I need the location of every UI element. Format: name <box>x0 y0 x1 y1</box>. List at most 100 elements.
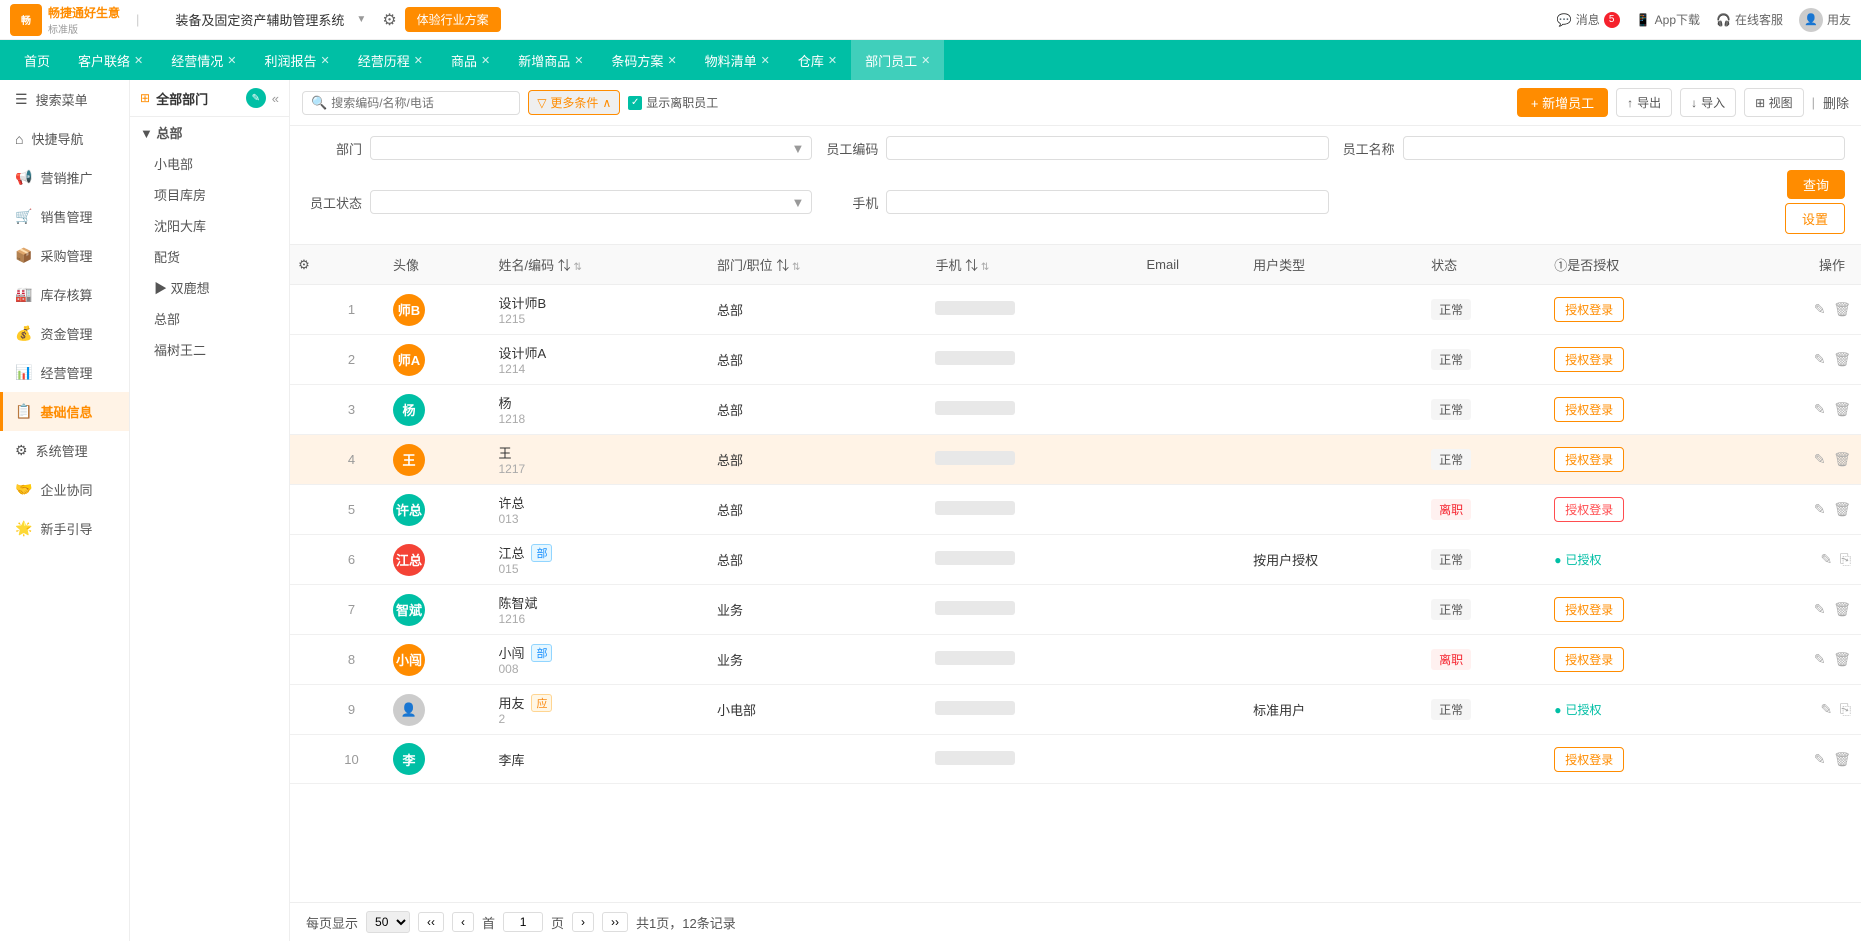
auth-button[interactable]: 授权登录 <box>1554 447 1624 472</box>
edit-button[interactable]: ✎ <box>1814 751 1826 768</box>
more-options-btn[interactable]: | <box>1812 95 1815 110</box>
prev-page-btn[interactable]: ‹ <box>452 912 474 932</box>
tab-customer[interactable]: 客户联络 ✕ <box>64 40 157 80</box>
tab-add-goods[interactable]: 新增商品 ✕ <box>504 40 597 80</box>
next-page-btn[interactable]: › <box>572 912 594 932</box>
sidebar-item-quick[interactable]: ⌂ 快捷导航 <box>0 119 129 158</box>
sidebar-item-finance[interactable]: 💰 资金管理 <box>0 314 129 353</box>
auth-button[interactable]: 授权登录 <box>1554 347 1624 372</box>
search-input[interactable] <box>331 96 511 110</box>
online-service-btn[interactable]: 🎧 在线客服 <box>1716 11 1783 28</box>
dept-tree-item-project[interactable]: 项目库房 <box>130 179 289 210</box>
delete-button[interactable]: 🗑 <box>1833 451 1851 468</box>
tab-operation[interactable]: 经营情况 ✕ <box>157 40 250 80</box>
tab-goods[interactable]: 商品 ✕ <box>437 40 504 80</box>
row-auth[interactable]: 授权登录 <box>1546 285 1735 335</box>
sidebar-item-guide[interactable]: 🌟 新手引导 <box>0 509 129 548</box>
message-btn[interactable]: 💬 消息 5 <box>1557 11 1620 28</box>
close-icon[interactable]: ✕ <box>481 54 490 67</box>
dept-tree-item-headquarter[interactable]: ▼ 总部 <box>130 117 289 148</box>
dept-tree-item-shuanglu[interactable]: ▶ 双鹿想 <box>130 272 289 303</box>
per-page-select[interactable]: 50 <box>366 911 410 933</box>
close-icon[interactable]: ✕ <box>761 54 770 67</box>
dept-tree-item-xiaodibu[interactable]: 小电部 <box>130 148 289 179</box>
first-page-btn[interactable]: ‹‹ <box>418 912 444 932</box>
dept-tree-item-shenyang[interactable]: 沈阳大库 <box>130 210 289 241</box>
show-resigned-toggle[interactable]: ✓ 显示离职员工 <box>628 94 718 111</box>
auth-button[interactable]: 授权登录 <box>1554 397 1624 422</box>
user-avatar[interactable]: 👤 用友 <box>1799 8 1851 32</box>
page-number-input[interactable] <box>503 912 543 932</box>
tab-material[interactable]: 物料清单 ✕ <box>691 40 784 80</box>
col-phone[interactable]: 手机 ⇅ <box>927 245 1138 285</box>
row-auth[interactable]: 授权登录 <box>1546 435 1735 485</box>
settings-icon[interactable]: ⚙ <box>382 10 396 30</box>
add-employee-button[interactable]: + 新增员工 <box>1517 88 1608 117</box>
row-auth[interactable]: 授权登录 <box>1546 485 1735 535</box>
auth-button[interactable]: 授权登录 <box>1554 747 1624 772</box>
sidebar-item-sales[interactable]: 🛒 销售管理 <box>0 197 129 236</box>
emp-code-input[interactable] <box>886 136 1328 160</box>
col-dept-pos[interactable]: 部门/职位 ⇅ <box>709 245 928 285</box>
sidebar-item-enterprise[interactable]: 🤝 企业协同 <box>0 470 129 509</box>
delete-button[interactable]: 🗑 <box>1833 651 1851 668</box>
sidebar-item-purchase[interactable]: 📦 采购管理 <box>0 236 129 275</box>
query-button[interactable]: 查询 <box>1787 170 1845 199</box>
sidebar-item-inventory[interactable]: 🏭 库存核算 <box>0 275 129 314</box>
edit-button[interactable]: ✎ <box>1814 601 1826 618</box>
close-icon[interactable]: ✕ <box>921 54 930 67</box>
delete-button[interactable]: 🗑 <box>1833 601 1851 618</box>
more-filter-btn[interactable]: ▽ 更多条件 ∧ <box>528 90 620 115</box>
view-button[interactable]: ⊞ 视图 <box>1744 88 1803 117</box>
col-name-code[interactable]: 姓名/编码 ⇅ <box>490 245 709 285</box>
row-auth[interactable]: 授权登录 <box>1546 585 1735 635</box>
auth-button[interactable]: 授权登录 <box>1554 497 1624 522</box>
sidebar-item-marketing[interactable]: 📢 营销推广 <box>0 158 129 197</box>
delete-button[interactable]: 🗑 <box>1833 301 1851 318</box>
edit-button[interactable]: ✎ <box>1814 401 1826 418</box>
dept-tree-item-fushu[interactable]: 福树王二 <box>130 334 289 365</box>
dept-tree-item-distribution[interactable]: 配货 <box>130 241 289 272</box>
close-icon[interactable]: ✕ <box>667 54 676 67</box>
dept-select[interactable] <box>370 136 812 160</box>
system-dropdown-icon[interactable]: ▼ <box>356 14 366 25</box>
close-icon[interactable]: ✕ <box>414 54 423 67</box>
row-auth[interactable]: 授权登录 <box>1546 635 1735 685</box>
tab-profit[interactable]: 利润报告 ✕ <box>250 40 343 80</box>
auth-button[interactable]: 授权登录 <box>1554 597 1624 622</box>
delete-button[interactable]: 🗑 <box>1833 501 1851 518</box>
row-auth[interactable]: 授权登录 <box>1546 735 1735 784</box>
edit-button[interactable]: ✎ <box>1814 501 1826 518</box>
app-download-btn[interactable]: 📱 App下载 <box>1636 11 1700 28</box>
tab-home[interactable]: 首页 <box>10 40 64 80</box>
import-button[interactable]: ↓ 导入 <box>1680 88 1736 117</box>
close-icon[interactable]: ✕ <box>828 54 837 67</box>
dept-tree-item-zongbu[interactable]: 总部 <box>130 303 289 334</box>
emp-name-input[interactable] <box>1403 136 1845 160</box>
edit-button[interactable]: ✎ <box>1814 651 1826 668</box>
auth-button[interactable]: 授权登录 <box>1554 297 1624 322</box>
trial-button[interactable]: 体验行业方案 <box>405 7 501 32</box>
last-page-btn[interactable]: ›› <box>602 912 628 932</box>
close-icon[interactable]: ✕ <box>574 54 583 67</box>
delete-btn[interactable]: 删除 <box>1823 93 1849 112</box>
delete-button[interactable]: 🗑 <box>1833 351 1851 368</box>
close-icon[interactable]: ✕ <box>227 54 236 67</box>
tab-employees[interactable]: 部门员工 ✕ <box>851 40 944 80</box>
edit-button[interactable]: ✎ <box>1814 351 1826 368</box>
tab-barcode[interactable]: 条码方案 ✕ <box>597 40 690 80</box>
col-settings[interactable]: ⚙ <box>290 245 318 285</box>
sidebar-item-system[interactable]: ⚙ 系统管理 <box>0 431 129 470</box>
auth-button[interactable]: 授权登录 <box>1554 647 1624 672</box>
delete-button[interactable]: 🗑 <box>1833 401 1851 418</box>
dept-edit-icon[interactable]: ✎ <box>246 88 266 108</box>
close-icon[interactable]: ✕ <box>134 54 143 67</box>
phone-input[interactable] <box>886 190 1328 214</box>
copy-button[interactable]: ⎘ <box>1840 551 1851 568</box>
dept-collapse-icon[interactable]: « <box>272 91 279 106</box>
row-auth[interactable]: 授权登录 <box>1546 335 1735 385</box>
export-button[interactable]: ↑ 导出 <box>1616 88 1672 117</box>
edit-button[interactable]: ✎ <box>1814 301 1826 318</box>
copy-button[interactable]: ⎘ <box>1840 701 1851 718</box>
sidebar-item-operation[interactable]: 📊 经营管理 <box>0 353 129 392</box>
